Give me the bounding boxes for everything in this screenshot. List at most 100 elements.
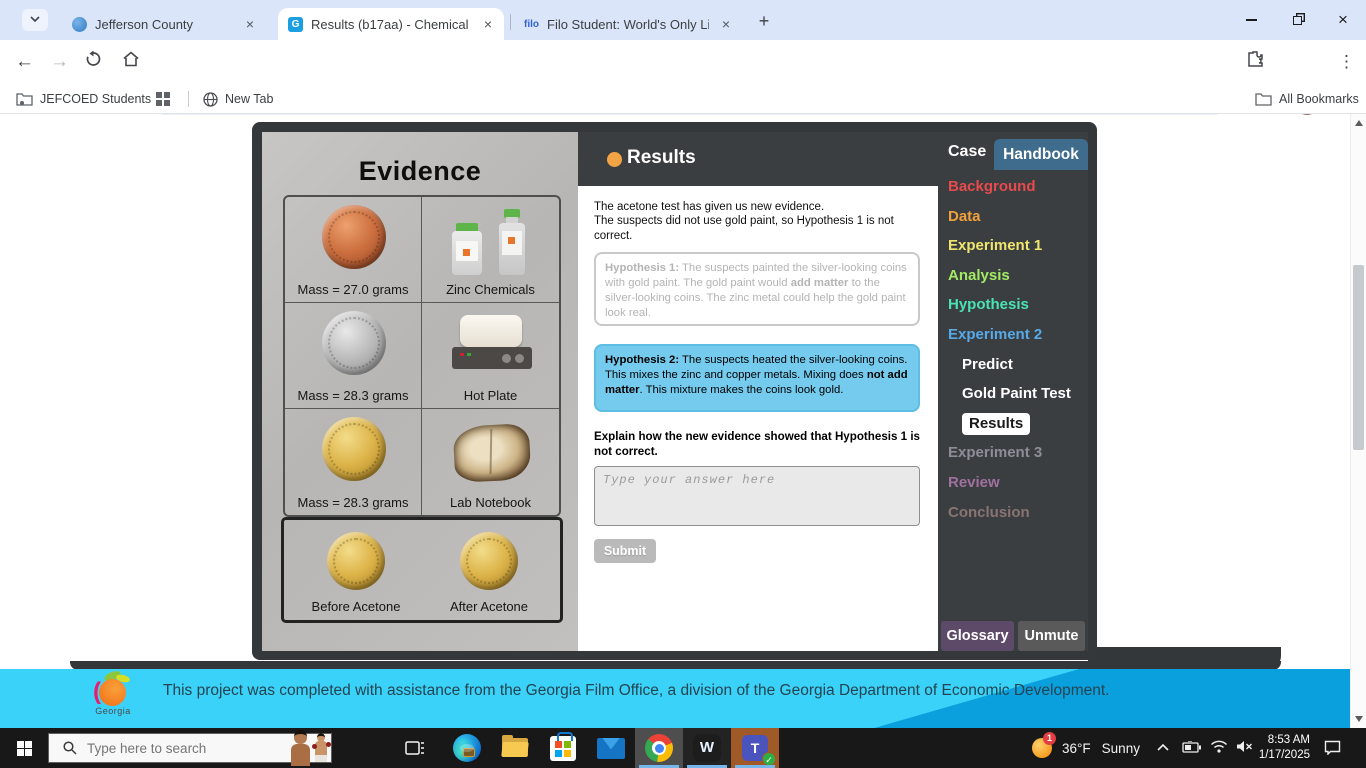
weather-badge: 1 [1043, 732, 1056, 745]
search-icon [63, 741, 77, 755]
microsoft-store-icon[interactable] [539, 728, 587, 768]
clock[interactable]: 8:53 AM 1/17/2025 [1242, 733, 1310, 763]
nav-item-data[interactable]: Data [938, 202, 1088, 232]
evidence-cell-hot-plate[interactable]: Hot Plate [422, 303, 559, 409]
nav-item-experiment-1[interactable]: Experiment 1 [938, 231, 1088, 261]
chrome-icon[interactable] [635, 728, 683, 768]
browser-titlebar: Jefferson County × G Results (b17aa) - C… [0, 0, 1366, 40]
file-explorer-icon[interactable] [491, 728, 539, 768]
tab-filo-student[interactable]: filo Filo Student: World's Only Live × [514, 8, 742, 40]
gizmo-stage-bottom-right [1088, 647, 1281, 670]
tab-title: Jefferson County [95, 16, 194, 32]
evidence-cell-lab-notebook[interactable]: Lab Notebook [422, 409, 559, 515]
before-acetone-coin-image [327, 532, 385, 590]
start-button[interactable] [0, 728, 48, 768]
weather-text[interactable]: 36°F Sunny [1062, 728, 1140, 768]
submit-button[interactable]: Submit [594, 539, 656, 563]
close-icon[interactable]: × [720, 16, 732, 32]
tab-separator [510, 14, 511, 30]
copper-coin-image [322, 205, 386, 269]
nav-item-hypothesis[interactable]: Hypothesis [938, 290, 1088, 320]
scrollbar[interactable] [1350, 114, 1366, 728]
boxer-image [290, 728, 332, 766]
glossary-button[interactable]: Glossary [941, 621, 1014, 651]
tab-handbook[interactable]: Handbook [994, 139, 1088, 170]
results-panel: Results The acetone test has given us ne… [578, 132, 938, 651]
restore-button[interactable] [1282, 8, 1312, 32]
nav-item-gold-paint-test[interactable]: Gold Paint Test [938, 379, 1088, 409]
scroll-down-icon[interactable] [1355, 716, 1363, 722]
answer-textarea[interactable] [594, 466, 920, 526]
credit-text: This project was completed with assistan… [163, 682, 1110, 699]
evidence-cell-silver-coin[interactable]: Mass = 28.3 grams [285, 303, 422, 409]
close-icon[interactable]: × [482, 16, 494, 32]
results-header: Results [578, 132, 938, 186]
silver-coin-image [322, 311, 386, 375]
browser-toolbar: ← → apps.explorelearning.com/gizmos/laun… [0, 40, 1366, 117]
tray-chevron-up-icon[interactable] [1156, 740, 1170, 758]
webex-icon[interactable]: W [683, 728, 731, 768]
tab-title: Filo Student: World's Only Live [547, 16, 709, 32]
evidence-title: Evidence [358, 156, 482, 186]
zinc-chemicals-image [446, 205, 536, 279]
scrollbar-thumb[interactable] [1353, 265, 1364, 450]
evidence-cell-copper-coin[interactable]: Mass = 27.0 grams [285, 197, 422, 303]
nav-item-results-selected[interactable]: Results [938, 409, 1088, 439]
back-icon[interactable]: ← [15, 51, 34, 73]
reload-icon[interactable] [85, 50, 102, 74]
nav-item-analysis[interactable]: Analysis [938, 261, 1088, 291]
results-title: Results [627, 147, 696, 168]
evidence-cell-zinc-chemicals[interactable]: Zinc Chemicals [422, 197, 559, 303]
tab-gizmo-results[interactable]: G Results (b17aa) - Chemical and × [278, 8, 504, 40]
handbook-nav: Background Data Experiment 1 Analysis Hy… [938, 172, 1088, 527]
menu-icon[interactable]: ⋮ [1338, 52, 1355, 72]
action-center-icon[interactable] [1324, 740, 1341, 760]
mail-icon[interactable] [587, 728, 635, 768]
folder-gear-icon [16, 93, 33, 106]
nav-item-experiment-3[interactable]: Experiment 3 [938, 438, 1088, 468]
gold-coin-image [322, 417, 386, 481]
tab-list-chevron-icon[interactable] [22, 9, 48, 31]
nav-item-review[interactable]: Review [938, 468, 1088, 498]
folder-icon [1255, 93, 1272, 106]
teams-icon[interactable]: T ✓ [731, 728, 779, 768]
footer-band: ( Georgia This project was completed wit… [0, 669, 1366, 728]
bookmarks-bar: JEFCOED Students New Tab All Bookmarks [0, 84, 1366, 114]
evidence-cell-gold-coin[interactable]: Mass = 28.3 grams [285, 409, 422, 515]
minimize-button[interactable] [1236, 8, 1266, 32]
nav-item-predict[interactable]: Predict [938, 350, 1088, 380]
close-icon[interactable]: × [244, 16, 256, 32]
new-tab-button[interactable]: + [752, 10, 776, 34]
nav-item-conclusion[interactable]: Conclusion [938, 498, 1088, 528]
tab-case[interactable]: Case [948, 143, 986, 161]
scroll-up-icon[interactable] [1355, 120, 1363, 126]
hypothesis-1-box: Hypothesis 1: The suspects painted the s… [594, 252, 920, 326]
orange-bullet-icon [607, 152, 622, 167]
bookmark-new-tab[interactable]: New Tab [203, 84, 273, 114]
extensions-icon[interactable] [1246, 50, 1264, 74]
wifi-icon[interactable] [1210, 740, 1228, 758]
tab-jefferson-county[interactable]: Jefferson County × [62, 8, 266, 40]
unmute-button[interactable]: Unmute [1018, 621, 1085, 651]
search-input[interactable] [87, 740, 277, 756]
battery-icon[interactable] [1182, 740, 1202, 758]
handbook-sidebar: Case Handbook Background Data Experiment… [938, 132, 1088, 651]
jefferson-county-favicon [72, 16, 87, 32]
nav-item-background[interactable]: Background [938, 172, 1088, 202]
home-icon[interactable] [122, 51, 140, 74]
tab-title: Results (b17aa) - Chemical and [311, 16, 471, 32]
gizmos-favicon: G [288, 16, 303, 32]
taskbar: W T✓ 1 36°FSunny 8:53 AM 1/17/2025 [0, 728, 1366, 768]
all-bookmarks[interactable]: All Bookmarks [1255, 84, 1359, 114]
close-window-button[interactable]: × [1328, 8, 1358, 32]
edge-icon[interactable] [443, 728, 491, 768]
evidence-highlight-row[interactable]: Before Acetone After Acetone [281, 517, 563, 623]
nav-item-experiment-2[interactable]: Experiment 2 [938, 320, 1088, 350]
evidence-panel: Evidence Mass = 27.0 grams Zinc Chemical… [262, 132, 578, 651]
bookmark-folder-jefcoed[interactable]: JEFCOED Students [16, 84, 151, 114]
task-view-icon[interactable] [391, 728, 439, 768]
apps-grid-icon[interactable] [156, 84, 170, 114]
results-intro: The acetone test has given us new eviden… [594, 201, 894, 242]
forward-icon[interactable]: → [50, 51, 69, 73]
after-acetone-coin-image [460, 532, 518, 590]
